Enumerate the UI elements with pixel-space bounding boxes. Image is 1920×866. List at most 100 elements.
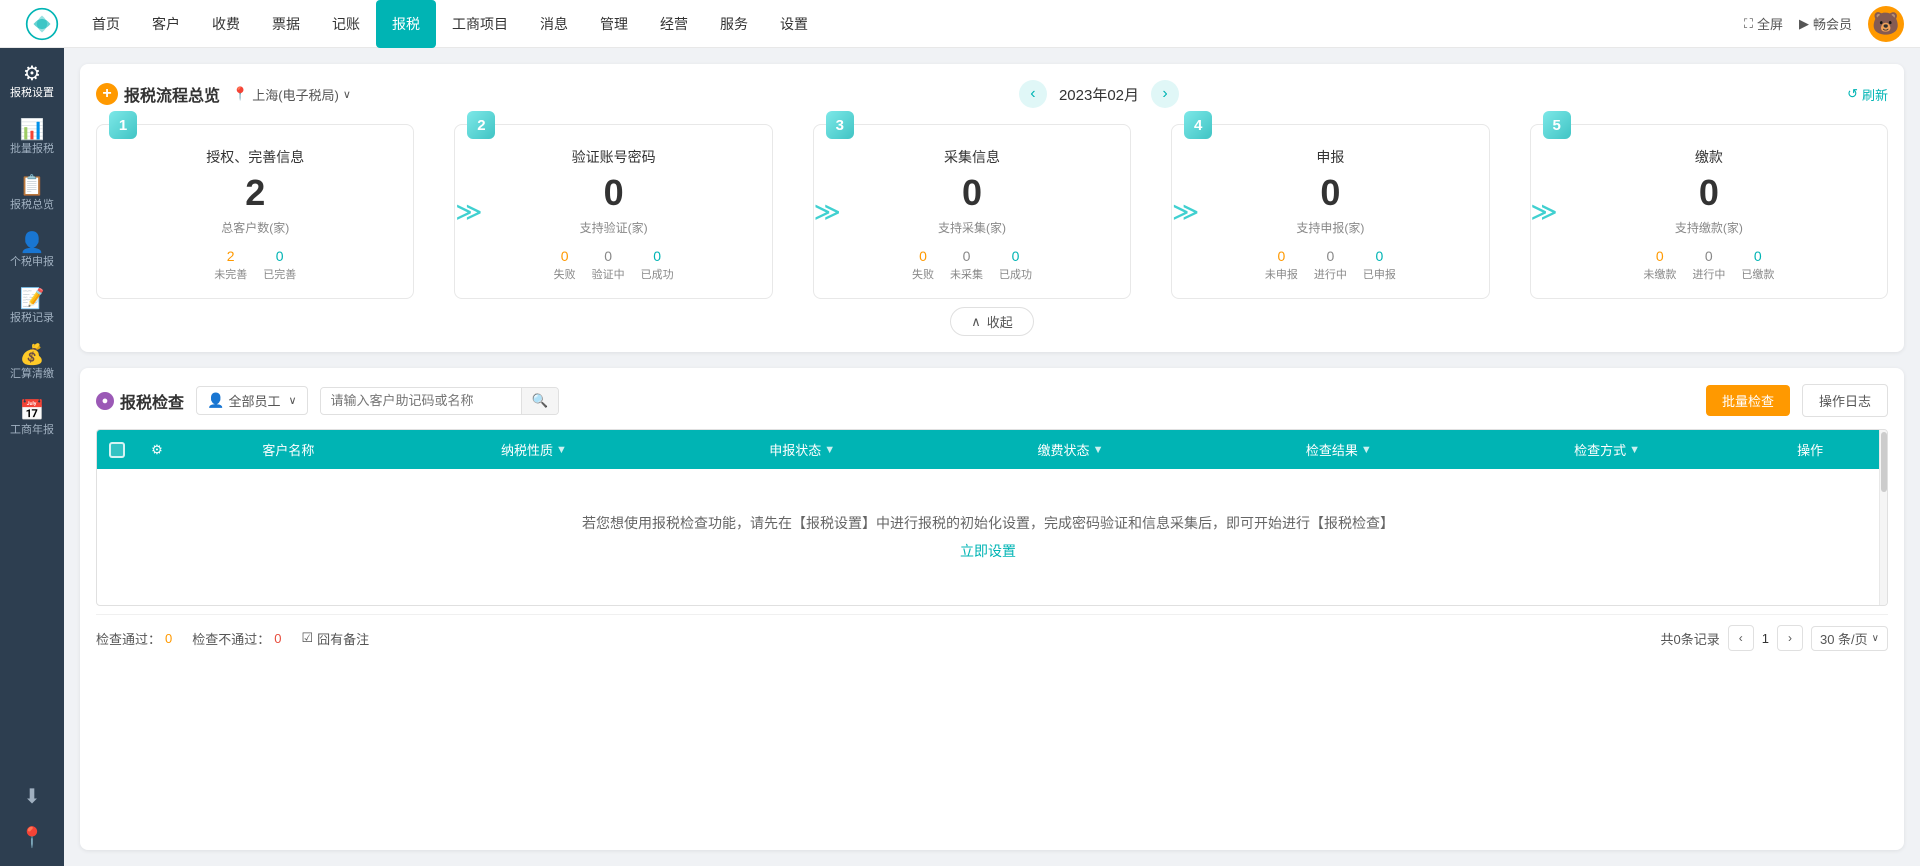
nav-items: 首页 客户 收费 票据 记账 报税 工商项目 消息 管理 经营 服务 设置 <box>76 0 1744 48</box>
filter-icon-tax: ▼ <box>556 444 567 456</box>
sidebar-item-annual-settlement[interactable]: 💰 汇算清缴 <box>4 337 60 389</box>
nav-item-service[interactable]: 服务 <box>704 0 764 48</box>
nav-item-manage[interactable]: 管理 <box>584 0 644 48</box>
check-title-icon: ● <box>96 392 114 410</box>
step-stat-1-0: 2 未完善 <box>214 248 247 282</box>
stat-val-4-1: 0 <box>1327 248 1335 264</box>
location-icon[interactable]: 📍 <box>20 825 45 850</box>
nav-item-business[interactable]: 工商项目 <box>436 0 524 48</box>
scrollbar[interactable] <box>1879 430 1887 605</box>
scrollbar-thumb[interactable] <box>1881 432 1887 492</box>
note-badge: ☑ 囧有备注 <box>302 629 370 648</box>
step-title-4: 申报 <box>1316 147 1344 167</box>
fail-count[interactable]: 0 <box>274 631 281 646</box>
search-input[interactable] <box>321 388 521 413</box>
stat-label-5-2: 已缴款 <box>1741 266 1774 282</box>
top-nav: 首页 客户 收费 票据 记账 报税 工商项目 消息 管理 经营 服务 设置 ⛶ … <box>0 0 1920 48</box>
batch-check-button[interactable]: 批量检查 <box>1706 385 1790 416</box>
current-page: 1 <box>1762 631 1769 646</box>
nav-item-invoice[interactable]: 票据 <box>256 0 316 48</box>
step-stat-4-0: 0 未申报 <box>1265 248 1298 282</box>
nav-item-settings[interactable]: 设置 <box>764 0 824 48</box>
nav-item-fee[interactable]: 收费 <box>196 0 256 48</box>
nav-item-client[interactable]: 客户 <box>136 0 196 48</box>
step-stat-2-1: 0 验证中 <box>592 248 625 282</box>
stat-val-2-1: 0 <box>604 248 612 264</box>
th-checkbox <box>97 430 137 469</box>
stat-label-1-1: 已完善 <box>263 266 296 282</box>
note-icon: ☑ <box>302 630 314 646</box>
declare-status-filter[interactable]: 申报状态 ▼ <box>769 440 835 459</box>
search-button[interactable]: 🔍 <box>521 388 559 414</box>
step-sub-4: 支持申报(家) <box>1296 219 1364 236</box>
step-stat-5-1: 0 进行中 <box>1692 248 1725 282</box>
check-header: ● 报税检查 👤 全部员工 ∨ 🔍 批量检查 操作日志 <box>96 384 1888 417</box>
sidebar-item-tax-overview[interactable]: 📋 报税总览 <box>4 168 60 220</box>
pass-count[interactable]: 0 <box>165 631 172 646</box>
sidebar-item-tax-settings[interactable]: ⚙ 报税设置 <box>4 56 60 108</box>
staff-icon: 👤 <box>207 392 224 409</box>
stat-label-2-1: 验证中 <box>592 266 625 282</box>
prev-month-button[interactable]: ‹ <box>1019 80 1047 108</box>
th-check-result: 检查结果 ▼ <box>1205 430 1473 469</box>
tax-type-filter[interactable]: 纳税性质 ▼ <box>501 440 567 459</box>
nav-item-operation[interactable]: 经营 <box>644 0 704 48</box>
step-sub-1: 总客户数(家) <box>221 219 289 236</box>
step-number-3: 3 <box>826 111 854 139</box>
sidebar-item-batch-tax[interactable]: 📊 批量报税 <box>4 112 60 164</box>
sidebar-item-tax-record[interactable]: 📝 报税记录 <box>4 281 60 333</box>
table-header: ⚙ 客户名称 纳税性质 ▼ <box>97 430 1879 469</box>
step-stats-3: 0 失败 0 未采集 0 已成功 <box>912 248 1032 282</box>
step-stat-2-0: 0 失败 <box>554 248 576 282</box>
step-title-1: 授权、完善信息 <box>206 147 304 167</box>
main-layout: ⚙ 报税设置 📊 批量报税 📋 报税总览 👤 个税申报 📝 报税记录 💰 汇算清… <box>0 48 1920 866</box>
location-badge[interactable]: 📍 上海(电子税局) ∨ <box>232 85 351 104</box>
nav-item-home[interactable]: 首页 <box>76 0 136 48</box>
refresh-button[interactable]: ↺ 刷新 <box>1847 85 1888 104</box>
fullscreen-icon: ⛶ <box>1744 16 1753 32</box>
log-button[interactable]: 操作日志 <box>1802 384 1888 417</box>
header-checkbox[interactable] <box>109 442 125 458</box>
th-pay-status: 缴费状态 ▼ <box>936 430 1204 469</box>
logo-icon <box>25 7 59 41</box>
step-card-2: 2 验证账号密码 0 支持验证(家) 0 失败 0 验证中 <box>454 124 772 299</box>
arrow-1-2: ≫ <box>455 196 482 227</box>
process-overview-card: + 报税流程总览 📍 上海(电子税局) ∨ ‹ 2023年02月 › ↺ 刷新 <box>80 64 1904 352</box>
nav-item-message[interactable]: 消息 <box>524 0 584 48</box>
collapse-button[interactable]: ∧ 收起 <box>950 307 1034 336</box>
per-page-chevron-icon: ∨ <box>1872 633 1879 644</box>
arrow-icon-3: ≫ <box>1172 196 1199 227</box>
per-page-select[interactable]: 30 条/页 ∨ <box>1811 626 1888 651</box>
stat-val-5-1: 0 <box>1705 248 1713 264</box>
empty-cell: 若您想使用报税检查功能，请先在【报税设置】中进行报税的初始化设置，完成密码验证和… <box>97 469 1879 605</box>
first-page-button[interactable]: ‹ <box>1728 625 1754 651</box>
sidebar-item-individual-tax[interactable]: 👤 个税申报 <box>4 225 60 277</box>
step-card-3: 3 采集信息 0 支持采集(家) 0 失败 0 未采集 <box>813 124 1131 299</box>
check-method-filter[interactable]: 检查方式 ▼ <box>1574 440 1640 459</box>
next-month-button[interactable]: › <box>1151 80 1179 108</box>
staff-select[interactable]: 👤 全部员工 ∨ <box>196 386 308 415</box>
sidebar-item-annual-report[interactable]: 📅 工商年报 <box>4 393 60 445</box>
setup-link[interactable]: 立即设置 <box>960 543 1016 559</box>
nav-item-tax[interactable]: 报税 <box>376 0 436 48</box>
checkbox-container[interactable] <box>105 442 129 458</box>
fullscreen-button[interactable]: ⛶ 全屏 <box>1744 14 1783 33</box>
annual-report-icon: 📅 <box>20 401 45 421</box>
process-title: + 报税流程总览 <box>96 82 220 106</box>
step-title-5: 缴款 <box>1695 147 1723 167</box>
check-result-filter[interactable]: 检查结果 ▼ <box>1306 440 1372 459</box>
pay-status-filter[interactable]: 缴费状态 ▼ <box>1038 440 1104 459</box>
stat-val-4-2: 0 <box>1376 248 1384 264</box>
member-button[interactable]: ▶ 畅会员 <box>1799 14 1852 33</box>
settings-icon[interactable]: ⚙ <box>151 442 163 457</box>
next-page-button[interactable]: › <box>1777 625 1803 651</box>
step-sub-2: 支持验证(家) <box>580 219 648 236</box>
nav-item-bookkeeping[interactable]: 记账 <box>316 0 376 48</box>
stat-label-3-1: 未采集 <box>950 266 983 282</box>
download-icon[interactable]: ⬇ <box>24 784 41 809</box>
step-title-2: 验证账号密码 <box>572 147 656 167</box>
chevron-up-icon: ∧ <box>971 314 981 330</box>
step-card-5: 5 缴款 0 支持缴款(家) 0 未缴款 0 进行中 <box>1530 124 1888 299</box>
avatar[interactable]: 🐻 <box>1868 6 1904 42</box>
step-number-5: 5 <box>1543 111 1571 139</box>
